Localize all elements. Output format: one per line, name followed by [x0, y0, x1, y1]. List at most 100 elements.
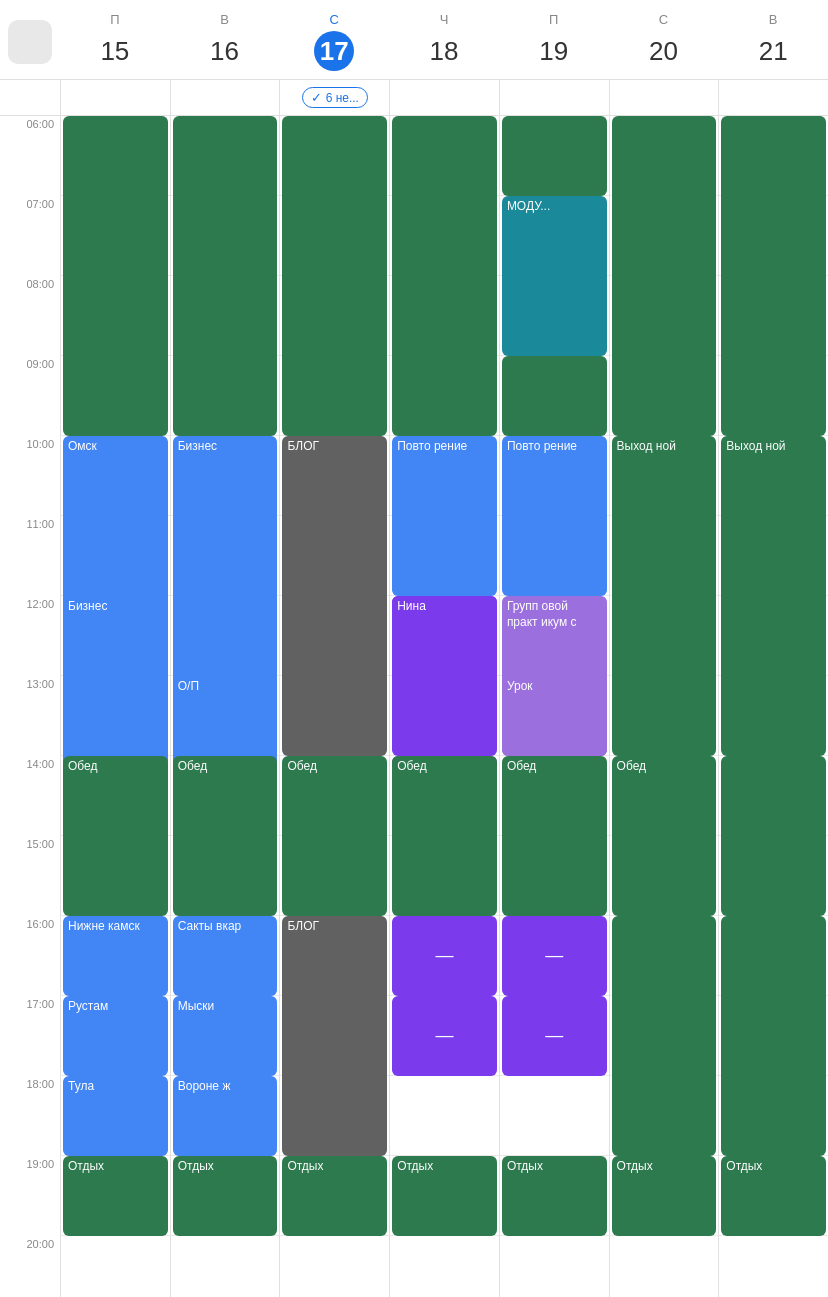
day-column-6: Выход ной Отдых [718, 116, 828, 1297]
event-col4-3[interactable]: Повто рение [502, 436, 607, 596]
event-col1-3[interactable]: Обед [173, 756, 278, 916]
day-letter: С [330, 12, 339, 27]
calendar-header: П 15 В 16 С 17 Ч 18 П 19 С 20 В 21 [0, 0, 828, 80]
time-label-1300: 13:00 [0, 676, 60, 756]
event-col4-6[interactable]: Обед [502, 756, 607, 916]
day-column-5: Выход нойОбед Отдых [609, 116, 719, 1297]
allday-badge[interactable]: ✓ 6 не... [302, 87, 368, 108]
time-label-1800: 18:00 [0, 1076, 60, 1156]
time-label-0800: 08:00 [0, 276, 60, 356]
event-col3-5[interactable]: Обед [392, 756, 497, 916]
event-col1-4[interactable]: Сакты вкар [173, 916, 278, 996]
event-col6-0[interactable] [721, 116, 826, 436]
event-col0-6[interactable]: Тула [63, 1076, 168, 1156]
event-col4-0[interactable] [502, 116, 607, 196]
event-col4-1[interactable]: МОДУ... [502, 196, 607, 356]
allday-cell-18 [389, 80, 499, 115]
time-label-1100: 11:00 [0, 516, 60, 596]
allday-badge-text: 6 не... [326, 91, 359, 105]
hour-line [390, 1236, 499, 1297]
event-col4-7[interactable]: — [502, 916, 607, 996]
time-label-1500: 15:00 [0, 836, 60, 916]
calendar-grid: 06:0007:0008:0009:0010:0011:0012:0013:00… [0, 116, 828, 1297]
day-number: 15 [95, 31, 135, 71]
event-col3-0[interactable] [392, 116, 497, 436]
day-column-2: БЛОГОбедБЛОГОтдых [279, 116, 389, 1297]
event-col4-5[interactable]: Урок [502, 676, 607, 756]
event-col1-7[interactable]: Отдых [173, 1156, 278, 1236]
header-day-21[interactable]: В 21 [718, 8, 828, 75]
event-col4-2[interactable] [502, 356, 607, 436]
event-col3-6[interactable]: — [392, 916, 497, 996]
event-col2-3[interactable]: БЛОГ [282, 916, 387, 1156]
header-day-15[interactable]: П 15 [60, 8, 170, 75]
event-col1-0[interactable] [173, 116, 278, 436]
allday-cell-16 [170, 80, 280, 115]
event-col0-5[interactable]: Рустам [63, 996, 168, 1076]
event-col3-1[interactable]: Повто рение [392, 436, 497, 596]
hour-line [719, 1236, 828, 1297]
hour-line [500, 1076, 609, 1156]
event-col0-0[interactable] [63, 116, 168, 436]
hour-line [500, 1236, 609, 1297]
event-col6-3[interactable] [721, 916, 826, 1156]
header-days-row: П 15 В 16 С 17 Ч 18 П 19 С 20 В 21 [60, 8, 828, 75]
header-day-19[interactable]: П 19 [499, 8, 609, 75]
event-col2-2[interactable]: Обед [282, 756, 387, 916]
event-col6-1[interactable]: Выход ной [721, 436, 826, 756]
day-number: 18 [424, 31, 464, 71]
days-columns: ОмскБизнесОбедНижне камскРустамТулаОтдых… [60, 116, 828, 1297]
header-day-20[interactable]: С 20 [609, 8, 719, 75]
event-col4-9[interactable]: Отдых [502, 1156, 607, 1236]
allday-row: ✓ 6 не... [0, 80, 828, 116]
day-letter: П [110, 12, 119, 27]
event-col4-8[interactable]: — [502, 996, 607, 1076]
day-column-3: Повто рение—НинаОляОбед——Отдых [389, 116, 499, 1297]
event-col1-6[interactable]: Вороне ж [173, 1076, 278, 1156]
allday-cell-17: ✓ 6 не... [279, 80, 389, 115]
hour-line [610, 1236, 719, 1297]
day-column-1: БизнесО/ПОбедСакты вкарМыскиВороне жОтды… [170, 116, 280, 1297]
event-col3-3[interactable]: Нина [392, 596, 497, 756]
event-col5-3[interactable] [612, 916, 717, 1156]
event-col2-1[interactable]: БЛОГ [282, 436, 387, 756]
time-label-0900: 09:00 [0, 356, 60, 436]
hour-line [280, 1236, 389, 1297]
hour-line [61, 1236, 170, 1297]
time-gutter: 06:0007:0008:0009:0010:0011:0012:0013:00… [0, 116, 60, 1297]
header-day-18[interactable]: Ч 18 [389, 8, 499, 75]
today-indicator [0, 20, 60, 64]
day-column-4: МОДУ...Повто рениеГрупп овой практ икум … [499, 116, 609, 1297]
day-number: 21 [753, 31, 793, 71]
time-label-1700: 17:00 [0, 996, 60, 1076]
event-col0-3[interactable]: Обед [63, 756, 168, 916]
event-col5-0[interactable] [612, 116, 717, 436]
day-column-0: ОмскБизнесОбедНижне камскРустамТулаОтдых [60, 116, 170, 1297]
time-label-1600: 16:00 [0, 916, 60, 996]
header-day-17[interactable]: С 17 [279, 8, 389, 75]
day-letter: В [220, 12, 229, 27]
event-col2-0[interactable] [282, 116, 387, 436]
event-col5-4[interactable]: Отдых [612, 1156, 717, 1236]
event-col6-2[interactable] [721, 756, 826, 916]
check-circle-icon: ✓ [311, 90, 322, 105]
event-col3-8[interactable]: Отдых [392, 1156, 497, 1236]
day-letter: С [659, 12, 668, 27]
event-col5-2[interactable]: Обед [612, 756, 717, 916]
event-col3-7[interactable]: — [392, 996, 497, 1076]
event-col6-4[interactable]: Отдых [721, 1156, 826, 1236]
allday-cell-21 [718, 80, 828, 115]
time-label-1000: 10:00 [0, 436, 60, 516]
header-day-16[interactable]: В 16 [170, 8, 280, 75]
event-col0-7[interactable]: Отдых [63, 1156, 168, 1236]
day-letter: П [549, 12, 558, 27]
event-col2-4[interactable]: Отдых [282, 1156, 387, 1236]
event-col0-4[interactable]: Нижне камск [63, 916, 168, 996]
allday-cell-19 [499, 80, 609, 115]
today-number [8, 20, 52, 64]
allday-gutter [0, 80, 60, 115]
day-number: 19 [534, 31, 574, 71]
event-col5-1[interactable]: Выход ной [612, 436, 717, 756]
event-col1-5[interactable]: Мыски [173, 996, 278, 1076]
time-label-2000: 20:00 [0, 1236, 60, 1297]
